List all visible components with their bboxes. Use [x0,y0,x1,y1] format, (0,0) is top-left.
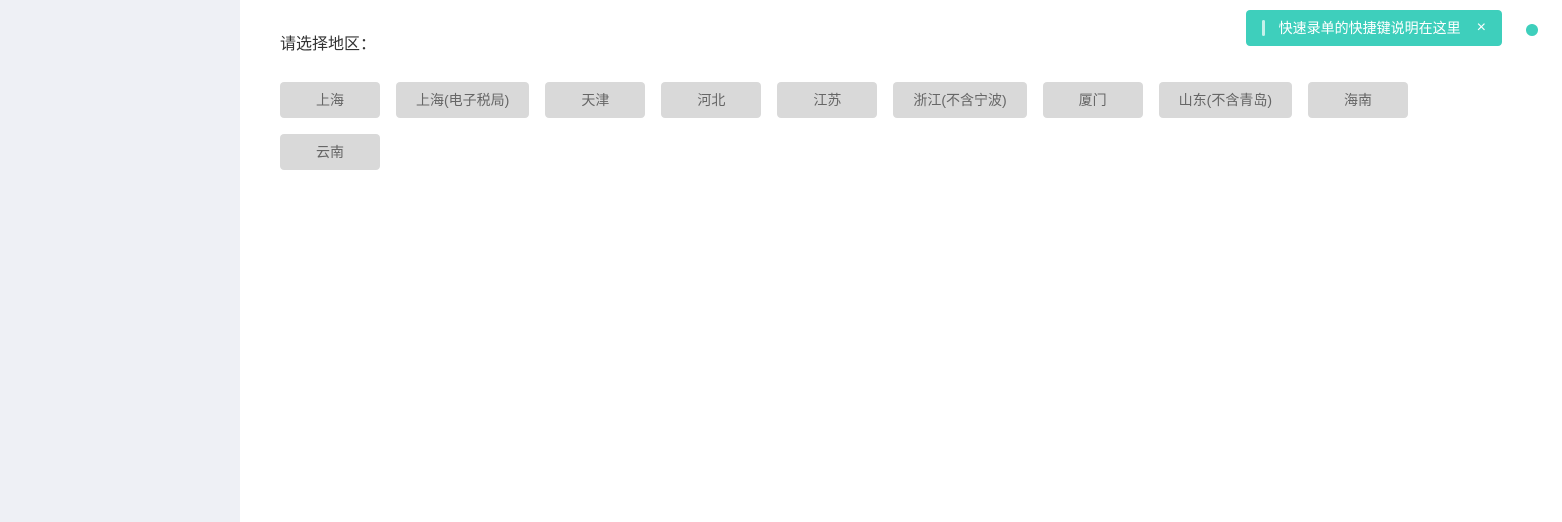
tooltip-close-button[interactable]: × [1477,20,1486,36]
left-sidebar [0,0,240,522]
main-content: 请选择地区： 上海上海(电子税局)天津河北江苏浙江(不含宁波)厦门山东(不含青岛… [240,0,1562,522]
region-button[interactable]: 云南 [280,134,380,170]
region-button[interactable]: 山东(不含青岛) [1159,82,1292,118]
region-button[interactable]: 河北 [661,82,761,118]
region-button[interactable]: 海南 [1308,82,1408,118]
tooltip-dot [1526,24,1538,36]
region-button[interactable]: 厦门 [1043,82,1143,118]
tooltip-text: 快速录单的快捷键说明在这里 [1279,18,1461,38]
region-button[interactable]: 上海 [280,82,380,118]
tooltip-banner[interactable]: 快速录单的快捷键说明在这里 × [1246,10,1502,46]
region-buttons: 上海上海(电子税局) 天津河北江苏浙江(不含宁波) 厦门山东(不含青岛) 海南云南 [280,82,1522,170]
region-button[interactable]: 浙江(不含宁波) [893,82,1026,118]
region-button[interactable]: 上海(电子税局) [396,82,529,118]
region-button[interactable]: 江苏 [777,82,877,118]
region-button[interactable]: 天津 [545,82,645,118]
